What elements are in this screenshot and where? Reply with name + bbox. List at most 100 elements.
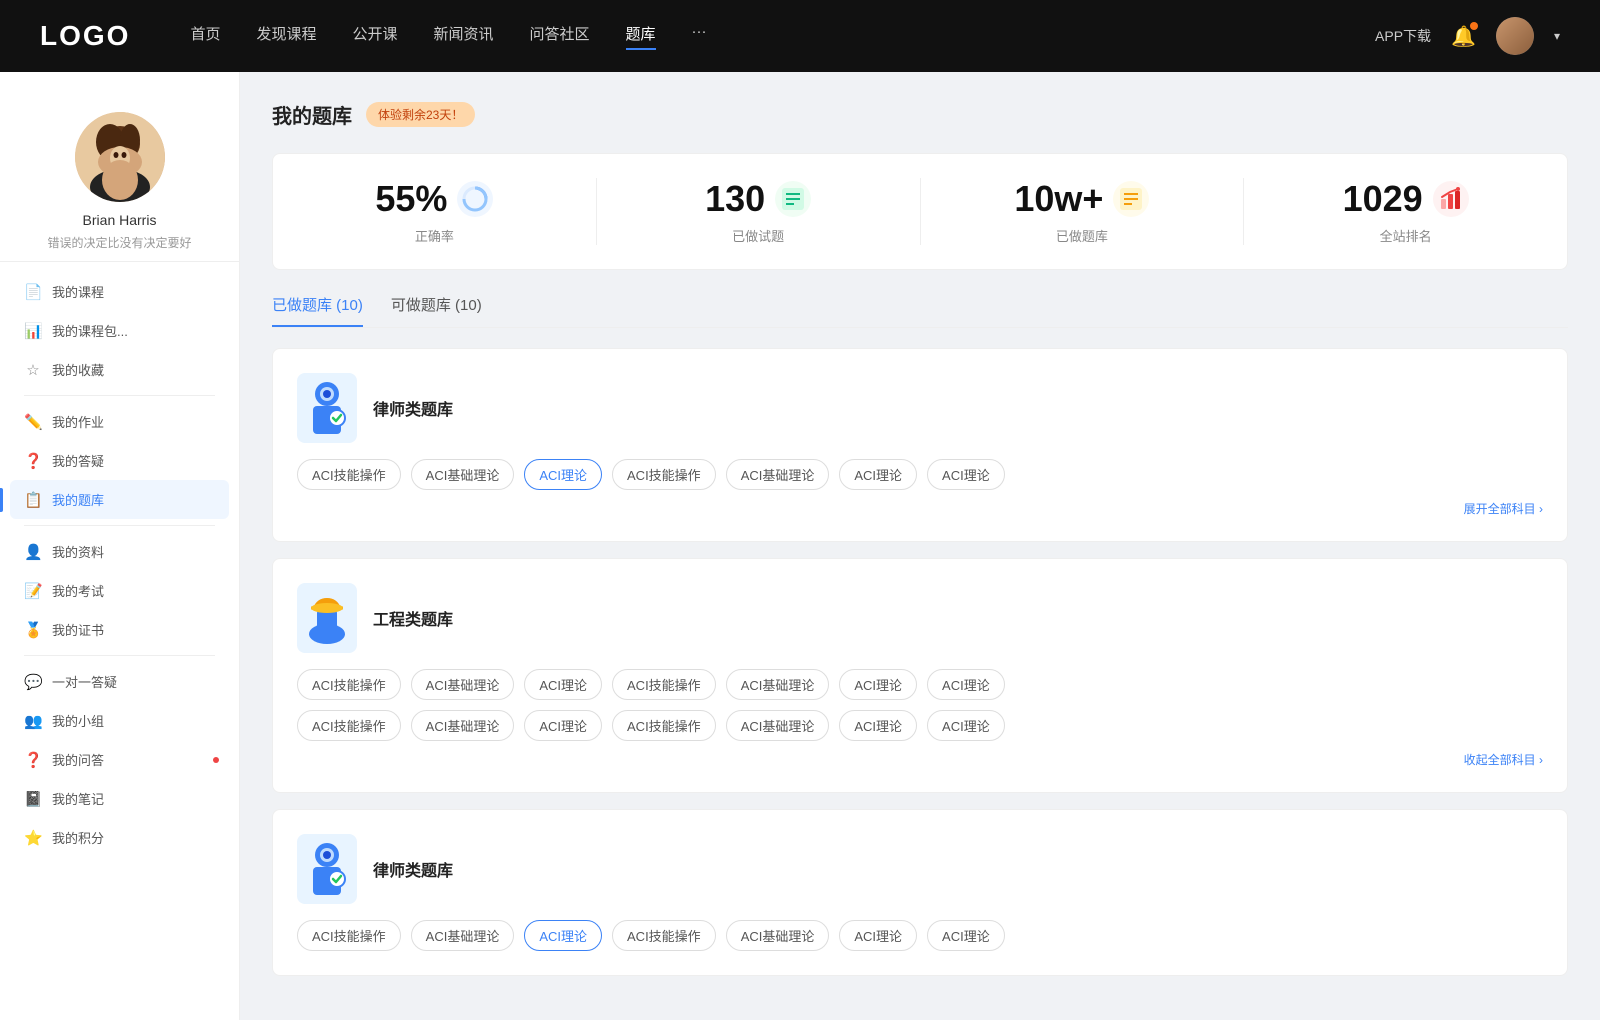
nav-open-course[interactable]: 公开课 [352, 23, 397, 50]
package-icon: 📊 [24, 322, 42, 340]
stat-accuracy: 55% 正确率 [273, 178, 597, 245]
eng-tag-4[interactable]: ACI基础理论 [726, 669, 830, 700]
menu-my-favorites[interactable]: ☆ 我的收藏 [10, 350, 229, 389]
stat-done-label: 已做试题 [732, 226, 784, 245]
tag-3-bank3[interactable]: ACI技能操作 [612, 920, 716, 951]
tag-5-bank3[interactable]: ACI理论 [839, 920, 917, 951]
bank-title-lawyer-1: 律师类题库 [373, 396, 453, 420]
menu-my-profile[interactable]: 👤 我的资料 [10, 532, 229, 571]
nav-news[interactable]: 新闻资讯 [434, 23, 494, 50]
app-download-btn[interactable]: APP下载 [1375, 26, 1431, 46]
profile-avatar [75, 112, 165, 202]
user-dropdown-arrow[interactable]: ▾ [1554, 29, 1560, 43]
bank-card-header-2: 工程类题库 [297, 583, 1543, 653]
menu-my-qa[interactable]: ❓ 我的答疑 [10, 441, 229, 480]
page-header: 我的题库 体验剩余23天！ [272, 100, 1568, 129]
tag-4-bank1[interactable]: ACI基础理论 [726, 459, 830, 490]
menu-my-bank[interactable]: 📋 我的题库 [10, 480, 229, 519]
eng-tag2-3[interactable]: ACI技能操作 [612, 710, 716, 741]
tag-2-bank1[interactable]: ACI理论 [524, 459, 602, 490]
tag-6-bank1[interactable]: ACI理论 [927, 459, 1005, 490]
notification-bell[interactable]: 🔔 [1451, 24, 1476, 49]
menu-my-notes[interactable]: 📓 我的笔记 [10, 779, 229, 818]
stat-done-banks: 10w+ 已做题库 [921, 178, 1245, 245]
stats-row: 55% 正确率 130 [272, 153, 1568, 270]
favorites-icon: ☆ [24, 361, 42, 379]
avatar[interactable] [1496, 17, 1534, 55]
stat-done-top: 130 [705, 178, 811, 220]
tag-0-bank3[interactable]: ACI技能操作 [297, 920, 401, 951]
tag-4-bank3[interactable]: ACI基础理论 [726, 920, 830, 951]
eng-tag-0[interactable]: ACI技能操作 [297, 669, 401, 700]
list-icon [779, 185, 807, 213]
main-content: 我的题库 体验剩余23天！ 55% 正确率 [240, 72, 1600, 1020]
tab-done[interactable]: 已做题库 (10) [272, 294, 363, 327]
accuracy-icon [457, 181, 493, 217]
eng-tag-5[interactable]: ACI理论 [839, 669, 917, 700]
menu-my-homework[interactable]: ✏️ 我的作业 [10, 402, 229, 441]
menu-label-group: 我的小组 [52, 711, 104, 730]
profile-name: Brian Harris [83, 212, 157, 228]
tag-5-bank1[interactable]: ACI理论 [839, 459, 917, 490]
one-on-one-icon: 💬 [24, 673, 42, 691]
stat-accuracy-label: 正确率 [415, 226, 454, 245]
nav-qa[interactable]: 问答社区 [530, 23, 590, 50]
menu-one-on-one[interactable]: 💬 一对一答疑 [10, 662, 229, 701]
eng-tag2-2[interactable]: ACI理论 [524, 710, 602, 741]
expand-link-bank1[interactable]: 展开全部科目 › [297, 500, 1543, 517]
tag-1-bank3[interactable]: ACI基础理论 [411, 920, 515, 951]
stat-accuracy-top: 55% [375, 178, 493, 220]
lawyer-icon-2 [297, 834, 357, 904]
menu-my-points[interactable]: ⭐ 我的积分 [10, 818, 229, 857]
tag-6-bank3[interactable]: ACI理论 [927, 920, 1005, 951]
nav-bank[interactable]: 题库 [626, 23, 656, 50]
eng-tag2-4[interactable]: ACI基础理论 [726, 710, 830, 741]
homework-icon: ✏️ [24, 413, 42, 431]
menu-my-cert[interactable]: 🏅 我的证书 [10, 610, 229, 649]
cert-icon: 🏅 [24, 621, 42, 639]
nav-home[interactable]: 首页 [190, 23, 220, 50]
menu-my-course[interactable]: 📄 我的课程 [10, 272, 229, 311]
profile-motto: 错误的决定比没有决定要好 [47, 234, 191, 251]
tags-row-lawyer-2: ACI技能操作 ACI基础理论 ACI理论 ACI技能操作 ACI基础理论 AC… [297, 920, 1543, 951]
nav-more[interactable]: ··· [692, 23, 707, 50]
menu-my-group[interactable]: 👥 我的小组 [10, 701, 229, 740]
eng-tag-2[interactable]: ACI理论 [524, 669, 602, 700]
eng-tag-1[interactable]: ACI基础理论 [411, 669, 515, 700]
nav-discover[interactable]: 发现课程 [256, 23, 316, 50]
exam-icon: 📝 [24, 582, 42, 600]
tag-0-bank1[interactable]: ACI技能操作 [297, 459, 401, 490]
menu-label-homework: 我的作业 [52, 412, 104, 431]
pie-chart-icon [462, 186, 488, 212]
bar-chart-icon [1437, 185, 1465, 213]
menu-my-package[interactable]: 📊 我的课程包... [10, 311, 229, 350]
eng-tag2-6[interactable]: ACI理论 [927, 710, 1005, 741]
menu-my-exam[interactable]: 📝 我的考试 [10, 571, 229, 610]
rank-icon [1433, 181, 1469, 217]
eng-tag-6[interactable]: ACI理论 [927, 669, 1005, 700]
eng-tag2-1[interactable]: ACI基础理论 [411, 710, 515, 741]
engineer-svg [303, 590, 351, 646]
menu-label-bank: 我的题库 [52, 490, 104, 509]
eng-tag-3[interactable]: ACI技能操作 [612, 669, 716, 700]
sidebar-divider-3 [24, 655, 215, 656]
bank-list-icon [1117, 185, 1145, 213]
course-icon: 📄 [24, 283, 42, 301]
trial-badge: 体验剩余23天！ [366, 102, 475, 127]
tag-1-bank1[interactable]: ACI基础理论 [411, 459, 515, 490]
tag-3-bank1[interactable]: ACI技能操作 [612, 459, 716, 490]
tag-2-bank3[interactable]: ACI理论 [524, 920, 602, 951]
menu-my-questions[interactable]: ❓ 我的问答 [10, 740, 229, 779]
expand-link-engineer[interactable]: 收起全部科目 › [297, 751, 1543, 768]
eng-tag2-5[interactable]: ACI理论 [839, 710, 917, 741]
tab-available[interactable]: 可做题库 (10) [391, 294, 482, 327]
sidebar-divider-1 [24, 395, 215, 396]
bank-card-lawyer-2: 律师类题库 ACI技能操作 ACI基础理论 ACI理论 ACI技能操作 ACI基… [272, 809, 1568, 976]
notes-icon: 📓 [24, 790, 42, 808]
questions-icon: ❓ [24, 751, 42, 769]
sidebar-menu: 📄 我的课程 📊 我的课程包... ☆ 我的收藏 ✏️ 我的作业 ❓ 我的答疑 … [0, 272, 239, 857]
eng-tag2-0[interactable]: ACI技能操作 [297, 710, 401, 741]
menu-label-notes: 我的笔记 [52, 789, 104, 808]
menu-label-qa: 我的答疑 [52, 451, 104, 470]
tabs-row: 已做题库 (10) 可做题库 (10) [272, 294, 1568, 328]
